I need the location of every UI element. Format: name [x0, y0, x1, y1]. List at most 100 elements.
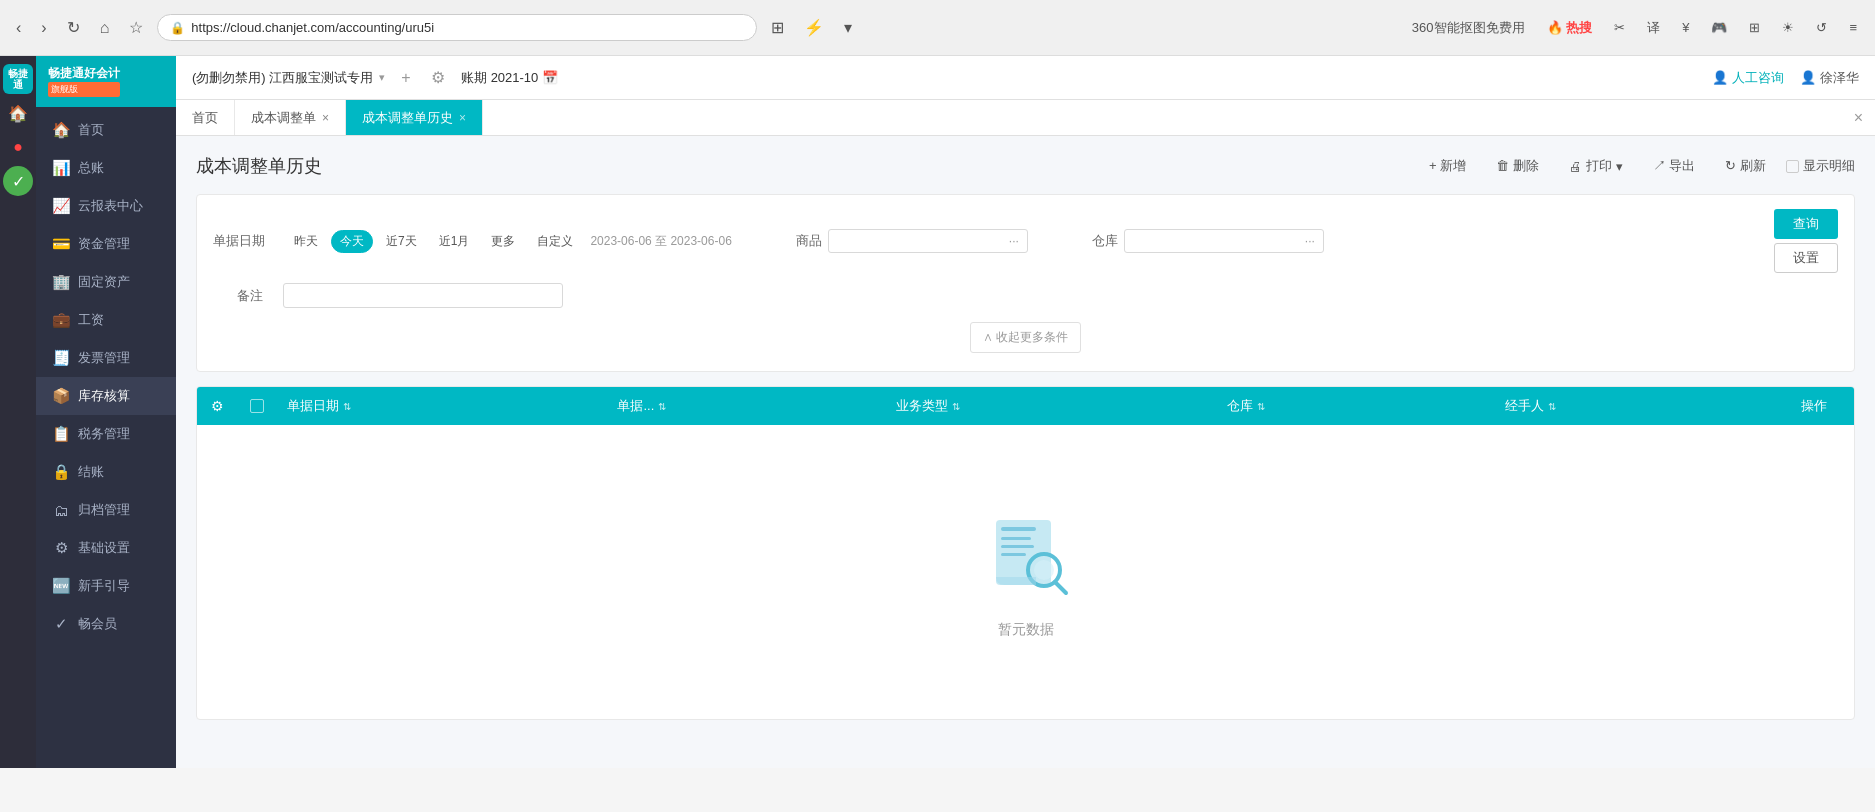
lightning-button[interactable]: ⚡: [798, 14, 830, 41]
period-text: 账期: [461, 69, 487, 87]
yesterday-btn[interactable]: 昨天: [285, 230, 327, 253]
svg-rect-4: [1001, 553, 1026, 556]
user-info[interactable]: 👤 徐泽华: [1800, 69, 1859, 87]
set-button[interactable]: 设置: [1774, 243, 1838, 273]
last1month-btn[interactable]: 近1月: [430, 230, 479, 253]
svg-point-6: [1034, 560, 1054, 580]
col-checkbox[interactable]: [237, 399, 277, 413]
custom-btn[interactable]: 自定义: [528, 230, 582, 253]
extensions-button[interactable]: ⊞: [765, 14, 790, 41]
col-settings[interactable]: ⚙: [197, 398, 237, 414]
close-period-icon: 🔒: [52, 463, 70, 481]
sidebar-item-member-label: 畅会员: [78, 615, 117, 633]
wallet-btn[interactable]: ¥: [1674, 16, 1697, 39]
address-bar[interactable]: 🔒 https://cloud.chanjet.com/accounting/u…: [157, 14, 757, 41]
add-button[interactable]: + 新增: [1419, 152, 1476, 180]
remark-input[interactable]: [283, 283, 563, 308]
sidebar-item-invoice[interactable]: 🧾 发票管理: [36, 339, 176, 377]
sidebar-item-assets[interactable]: 🏢 固定资产: [36, 263, 176, 301]
undo-btn[interactable]: ↺: [1808, 16, 1835, 39]
app-icon-chanjet[interactable]: 畅捷通: [3, 64, 33, 94]
table-container: ⚙ 单据日期 ⇅ 单据... ⇅ 业务类型 ⇅: [196, 386, 1855, 720]
print-button[interactable]: 🖨 打印 ▾: [1559, 152, 1633, 180]
hot-search-btn[interactable]: 🔥 热搜: [1539, 15, 1601, 41]
toolbar-actions: + 新增 🗑 删除 🖨 打印 ▾ ↗ 导出 ↻ 刷新 显示明细: [1419, 152, 1855, 180]
app-icon-3[interactable]: ✓: [3, 166, 33, 196]
back-button[interactable]: ‹: [10, 15, 27, 41]
sidebar-item-close[interactable]: 🔒 结账: [36, 453, 176, 491]
tab-cost-adjust[interactable]: 成本调整单 ×: [235, 100, 346, 135]
delete-button[interactable]: 🗑 删除: [1486, 152, 1549, 180]
column-settings-icon[interactable]: ⚙: [211, 398, 224, 414]
search-tool[interactable]: 360智能抠图免费用: [1404, 15, 1533, 41]
sidebar-item-finance[interactable]: 💳 资金管理: [36, 225, 176, 263]
app-icon-2[interactable]: ●: [3, 132, 33, 162]
sidebar-item-tax-label: 税务管理: [78, 425, 130, 443]
query-button[interactable]: 查询: [1774, 209, 1838, 239]
sidebar-item-tax[interactable]: 📋 税务管理: [36, 415, 176, 453]
tab-cost-adjust-history-label: 成本调整单历史: [362, 109, 453, 127]
tab-home[interactable]: 首页: [176, 100, 235, 135]
filter-area: 单据日期 昨天 今天 近7天 近1月 更多 自定义 2023-06-06 至 2…: [196, 194, 1855, 372]
export-button[interactable]: ↗ 导出: [1643, 152, 1706, 180]
col-voucher[interactable]: 单据... ⇅: [607, 397, 886, 415]
sidebar-item-home[interactable]: 🏠 首页: [36, 111, 176, 149]
game-btn[interactable]: 🎮: [1703, 16, 1735, 39]
brightness-btn[interactable]: ☀: [1774, 16, 1802, 39]
col-warehouse[interactable]: 仓库 ⇅: [1217, 397, 1496, 415]
col-date-label: 单据日期: [287, 397, 339, 415]
refresh-button[interactable]: ↻ 刷新: [1715, 152, 1776, 180]
add-tab-button[interactable]: +: [397, 69, 414, 87]
sidebar-item-member[interactable]: ✓ 畅会员: [36, 605, 176, 643]
sidebar-item-reports[interactable]: 📈 云报表中心: [36, 187, 176, 225]
warehouse-filter-label: 仓库: [1068, 232, 1118, 250]
display-cols-toggle[interactable]: 显示明细: [1786, 157, 1855, 175]
col-biztype[interactable]: 业务类型 ⇅: [886, 397, 1216, 415]
calendar-icon[interactable]: 📅: [542, 70, 558, 85]
scissors-btn[interactable]: ✂: [1606, 16, 1633, 39]
sidebar-item-archive-label: 归档管理: [78, 501, 130, 519]
product-more-icon[interactable]: ···: [1009, 234, 1019, 248]
date-range-display: 2023-06-06 至 2023-06-06: [590, 233, 731, 250]
display-cols-checkbox[interactable]: [1786, 160, 1799, 173]
col-date[interactable]: 单据日期 ⇅: [277, 397, 607, 415]
sidebar-item-inventory[interactable]: 📦 库存核算: [36, 377, 176, 415]
translate-btn[interactable]: 译: [1639, 15, 1668, 41]
product-select[interactable]: ···: [828, 229, 1028, 253]
sidebar-item-ledger[interactable]: 📊 总账: [36, 149, 176, 187]
warehouse-select[interactable]: ···: [1124, 229, 1324, 253]
tab-cost-adjust-history[interactable]: 成本调整单历史 ×: [346, 100, 483, 135]
home-button[interactable]: ⌂: [94, 15, 116, 41]
sidebar-item-guide[interactable]: 🆕 新手引导: [36, 567, 176, 605]
svg-rect-3: [1001, 545, 1034, 548]
today-btn[interactable]: 今天: [331, 230, 373, 253]
date-sort-icon: ⇅: [343, 401, 351, 412]
filter-row-1: 单据日期 昨天 今天 近7天 近1月 更多 自定义 2023-06-06 至 2…: [213, 209, 1838, 273]
select-all-checkbox[interactable]: [250, 399, 264, 413]
print-dropdown-icon[interactable]: ▾: [1616, 159, 1623, 174]
workspace-selector[interactable]: (勿删勿禁用) 江西服宝测试专用 ▾: [192, 69, 385, 87]
header-settings-button[interactable]: ⚙: [427, 68, 449, 87]
tab-cost-adjust-history-close[interactable]: ×: [459, 111, 466, 125]
sidebar-item-settings[interactable]: ⚙ 基础设置: [36, 529, 176, 567]
forward-button[interactable]: ›: [35, 15, 52, 41]
app-icon-1[interactable]: 🏠: [3, 98, 33, 128]
grid-btn[interactable]: ⊞: [1741, 16, 1768, 39]
refresh-button[interactable]: ↻: [61, 14, 86, 41]
more-btn[interactable]: 更多: [482, 230, 524, 253]
last7days-btn[interactable]: 近7天: [377, 230, 426, 253]
col-handler[interactable]: 经手人 ⇅: [1495, 397, 1774, 415]
service-person-icon: 👤: [1712, 70, 1728, 85]
col-warehouse-label: 仓库: [1227, 397, 1253, 415]
sidebar-item-archive[interactable]: 🗂 归档管理: [36, 491, 176, 529]
tab-cost-adjust-close[interactable]: ×: [322, 111, 329, 125]
filter-row-2: 备注: [213, 283, 1838, 308]
tab-area-close-button[interactable]: ×: [1842, 109, 1875, 127]
menu-btn[interactable]: ≡: [1841, 16, 1865, 39]
bookmark-button[interactable]: ☆: [123, 14, 149, 41]
collapse-button[interactable]: ∧ 收起更多条件: [970, 322, 1081, 353]
sidebar-item-salary[interactable]: 💼 工资: [36, 301, 176, 339]
service-button[interactable]: 👤 人工咨询: [1712, 69, 1784, 87]
warehouse-more-icon[interactable]: ···: [1305, 234, 1315, 248]
browser-dropdown[interactable]: ▾: [838, 14, 858, 41]
